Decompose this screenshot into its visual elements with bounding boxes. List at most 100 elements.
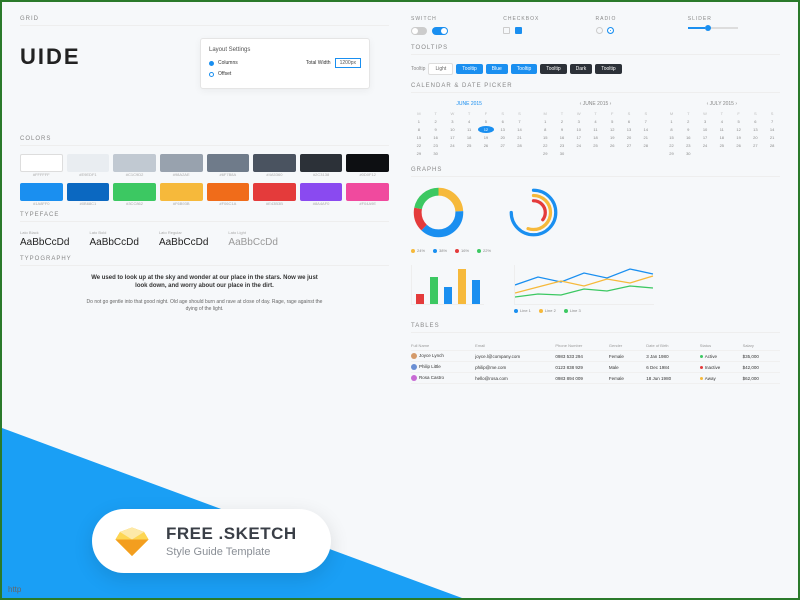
color-swatch[interactable] <box>346 183 389 201</box>
color-label: #F04A9E <box>346 201 389 206</box>
columns-label: Columns <box>218 60 238 66</box>
switch-off[interactable] <box>411 27 427 35</box>
section-tables: TABLES <box>411 323 780 333</box>
url-hint: http <box>8 585 21 594</box>
calendar-grid[interactable]: MTWTFSS123456789101112131415161718192021… <box>537 110 653 157</box>
calendar-grid[interactable]: MTWTFSS123456789101112131415161718192021… <box>664 110 780 157</box>
legend-item: Line 1 <box>514 308 531 313</box>
color-label: #6F7B8A <box>207 172 250 177</box>
calendar-grid[interactable]: MTWTFSS123456789101112131415161718192021… <box>411 110 527 157</box>
banner-subtitle: Style Guide Template <box>166 546 297 558</box>
color-swatch[interactable] <box>160 154 203 172</box>
total-width-label: Total Width <box>306 60 331 66</box>
bar-chart <box>411 265 484 305</box>
legend-item: 22% <box>477 248 491 253</box>
table-row[interactable]: Rosa Castrohello@rosa.com0983 894 009Fem… <box>411 373 780 384</box>
calendar-month[interactable]: ‹ JUNE 2015 › <box>537 101 653 107</box>
legend-item: 24% <box>411 248 425 253</box>
color-swatch[interactable] <box>113 183 156 201</box>
slider-label: SLIDER <box>688 16 780 22</box>
calendar-month[interactable]: JUNE 2015 <box>411 101 527 107</box>
legend-item: 16% <box>455 248 469 253</box>
checkbox-on[interactable] <box>515 27 522 34</box>
color-label: #FFFFFF <box>20 172 63 177</box>
radio-icon[interactable] <box>209 72 214 77</box>
section-typography: TYPOGRAPHY <box>20 256 389 266</box>
sketch-icon <box>114 523 150 559</box>
switch-on[interactable] <box>432 27 448 35</box>
calendar-month[interactable]: ‹ JULY 2015 › <box>664 101 780 107</box>
tooltip-blue: Tooltip <box>456 64 482 74</box>
radio-icon[interactable] <box>209 61 214 66</box>
bar <box>444 287 452 305</box>
color-label: #F06C1A <box>207 201 250 206</box>
radio-off[interactable] <box>596 27 603 34</box>
slider[interactable] <box>688 27 738 29</box>
section-grid: GRID <box>20 16 389 26</box>
data-table: Full NameEmailPhone NumberGenderDate of … <box>411 341 780 384</box>
layout-settings-card: Layout Settings Columns Total Width 1200… <box>200 38 370 89</box>
tooltip-dark: Tooltip <box>540 64 566 74</box>
checkbox-label: CHECKBOX <box>503 16 595 22</box>
tooltip-light: Light <box>428 63 453 75</box>
typeface-label: Lato Regular <box>159 230 208 235</box>
typeface-label: Lato Light <box>228 230 277 235</box>
color-swatch[interactable] <box>67 183 110 201</box>
table-row[interactable]: Joyce Lynchjoyce.l@company.com0983 533 2… <box>411 351 780 362</box>
color-swatch[interactable] <box>346 154 389 172</box>
pie-chart <box>411 185 466 240</box>
settings-title: Layout Settings <box>209 47 361 53</box>
color-swatch[interactable] <box>67 154 110 172</box>
color-swatch[interactable] <box>207 183 250 201</box>
section-tooltips: TOOLTIPS <box>411 45 780 55</box>
color-label: #8A4AF0 <box>300 201 343 206</box>
banner-pill[interactable]: FREE .SKETCH Style Guide Template <box>92 509 331 573</box>
total-width-input[interactable]: 1200px <box>335 58 361 68</box>
checkbox-off[interactable] <box>503 27 510 34</box>
tooltip-blue: Tooltip <box>511 64 537 74</box>
color-label: #E43B3B <box>253 201 296 206</box>
section-colors: COLORS <box>20 136 389 146</box>
offset-label: Offset <box>218 71 231 77</box>
typography-sample-2: Do not go gentle into that good night. O… <box>85 299 325 313</box>
radio-on[interactable] <box>607 27 614 34</box>
bar <box>458 269 466 304</box>
color-swatch[interactable] <box>300 183 343 201</box>
color-swatch[interactable] <box>300 154 343 172</box>
radial-chart <box>506 185 561 240</box>
color-label: #2C3138 <box>300 172 343 177</box>
color-swatch[interactable] <box>20 183 63 201</box>
radio-label: RADIO <box>596 16 688 22</box>
color-label: #0B68C1 <box>67 201 110 206</box>
section-typeface: TYPEFACE <box>20 212 389 222</box>
color-swatch[interactable] <box>113 154 156 172</box>
color-swatch[interactable] <box>207 154 250 172</box>
typeface-sample: AaBbCcDd <box>159 237 208 248</box>
color-swatch[interactable] <box>253 154 296 172</box>
color-label: #1A8FF0 <box>20 201 63 206</box>
color-swatch[interactable] <box>253 183 296 201</box>
bar <box>416 294 424 304</box>
typeface-sample: AaBbCcDd <box>89 237 138 248</box>
legend-item: 38% <box>433 248 447 253</box>
tooltip-dark: Dark <box>570 64 593 74</box>
legend-item: Line 2 <box>539 308 556 313</box>
color-label: #F6B93B <box>160 201 203 206</box>
color-swatch[interactable] <box>160 183 203 201</box>
color-label: #4A5360 <box>253 172 296 177</box>
bar <box>472 280 480 304</box>
typeface-label: Lato Bold <box>89 230 138 235</box>
color-label: #C1C9D2 <box>113 172 156 177</box>
typeface-sample: AaBbCcDd <box>20 237 69 248</box>
switch-label: SWITCH <box>411 16 503 22</box>
color-swatch[interactable] <box>20 154 63 172</box>
color-label: #E9EDF1 <box>67 172 110 177</box>
section-graphs: GRAPHS <box>411 167 780 177</box>
section-calendar: CALENDAR & DATE PICKER <box>411 83 780 93</box>
typography-sample-1: We used to look up at the sky and wonder… <box>85 274 325 291</box>
table-row[interactable]: Philip Littlephilip@me.com0123 838 929Ma… <box>411 362 780 373</box>
tooltip-blue: Blue <box>486 64 508 74</box>
table-header: Full NameEmailPhone NumberGenderDate of … <box>411 341 780 351</box>
bar <box>430 277 438 305</box>
color-label: #98A2AE <box>160 172 203 177</box>
